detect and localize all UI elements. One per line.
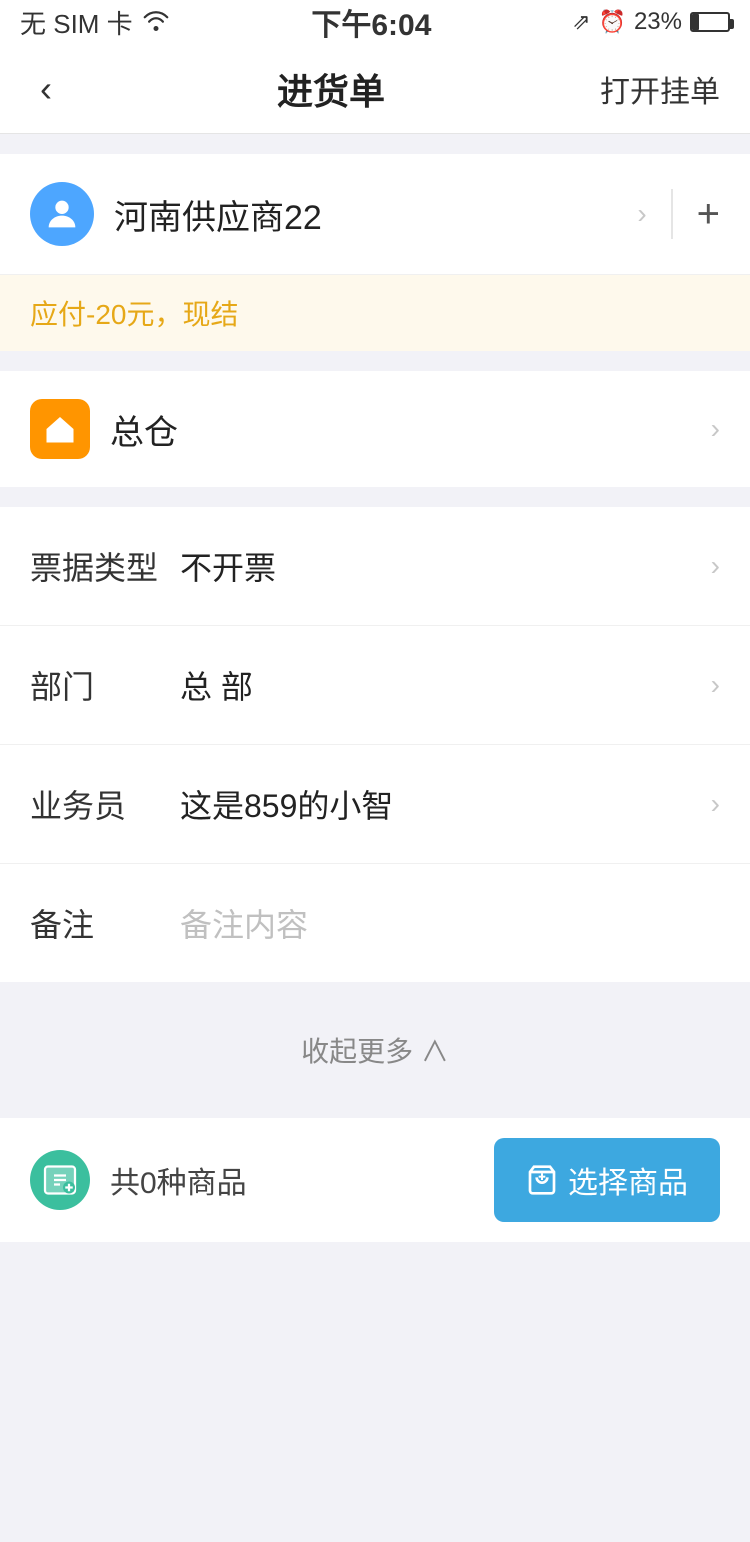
nav-bar: ‹ 进货单 打开挂单 (0, 44, 750, 134)
status-bar-right: ⇗ ⏰ 23% (572, 8, 730, 36)
carrier-text: 无 SIM 卡 (20, 4, 133, 41)
supplier-name: 河南供应商22 (114, 190, 637, 239)
select-product-button[interactable]: 选择商品 (494, 1138, 720, 1222)
location-icon: ⇗ (572, 9, 590, 35)
collapse-row[interactable]: 收起更多 ∧ (0, 1002, 750, 1098)
department-label: 部门 (30, 662, 170, 708)
salesperson-value: 这是859的小智 (170, 781, 711, 827)
invoice-type-chevron-icon: › (711, 550, 720, 582)
remark-input[interactable]: 备注内容 (170, 900, 720, 946)
select-product-label: 选择商品 (568, 1158, 688, 1202)
page-title: 进货单 (277, 63, 385, 115)
gray-fill-area (0, 1242, 750, 1542)
salesperson-chevron-icon: › (711, 788, 720, 820)
status-bar: 无 SIM 卡 下午6:04 ⇗ ⏰ 23% (0, 0, 750, 44)
department-value: 总 部 (170, 662, 711, 708)
warehouse-section[interactable]: 总仓 › (0, 371, 750, 487)
warehouse-row[interactable]: 总仓 › (0, 371, 750, 487)
status-bar-left: 无 SIM 卡 (20, 4, 171, 41)
department-chevron-icon: › (711, 669, 720, 701)
add-supplier-button[interactable]: + (697, 192, 720, 237)
wifi-icon (141, 7, 171, 38)
battery-text: 23% (634, 8, 682, 36)
remark-row[interactable]: 备注 备注内容 (0, 864, 750, 982)
supplier-chevron-icon: › (637, 198, 646, 230)
invoice-type-row[interactable]: 票据类型 不开票 › (0, 507, 750, 626)
bottom-bar: 共0种商品 选择商品 (0, 1118, 750, 1242)
remark-label: 备注 (30, 900, 170, 946)
product-count-text: 共0种商品 (110, 1158, 494, 1202)
open-pending-button[interactable]: 打开挂单 (600, 67, 720, 111)
department-row[interactable]: 部门 总 部 › (0, 626, 750, 745)
back-button[interactable]: ‹ (30, 58, 62, 120)
supplier-avatar (30, 182, 94, 246)
alarm-icon: ⏰ (599, 9, 626, 35)
notice-banner: 应付-20元，现结 (0, 275, 750, 351)
cart-icon (526, 1164, 558, 1196)
collapse-label: 收起更多 ∧ (301, 1030, 449, 1070)
salesperson-row[interactable]: 业务员 这是859的小智 › (0, 745, 750, 864)
warehouse-chevron-icon: › (711, 413, 720, 445)
product-count-icon (30, 1150, 90, 1210)
supplier-section: 河南供应商22 › + 应付-20元，现结 (0, 154, 750, 351)
warehouse-name: 总仓 (110, 405, 711, 454)
notice-text: 应付-20元，现结 (30, 299, 238, 330)
status-bar-time: 下午6:04 (311, 0, 431, 44)
supplier-divider (671, 189, 673, 239)
warehouse-icon (30, 399, 90, 459)
salesperson-label: 业务员 (30, 781, 170, 827)
invoice-type-value: 不开票 (170, 543, 711, 589)
supplier-row[interactable]: 河南供应商22 › + (0, 154, 750, 275)
invoice-type-label: 票据类型 (30, 543, 170, 589)
battery-icon (690, 12, 730, 32)
form-section: 票据类型 不开票 › 部门 总 部 › 业务员 这是859的小智 › 备注 备注… (0, 507, 750, 982)
